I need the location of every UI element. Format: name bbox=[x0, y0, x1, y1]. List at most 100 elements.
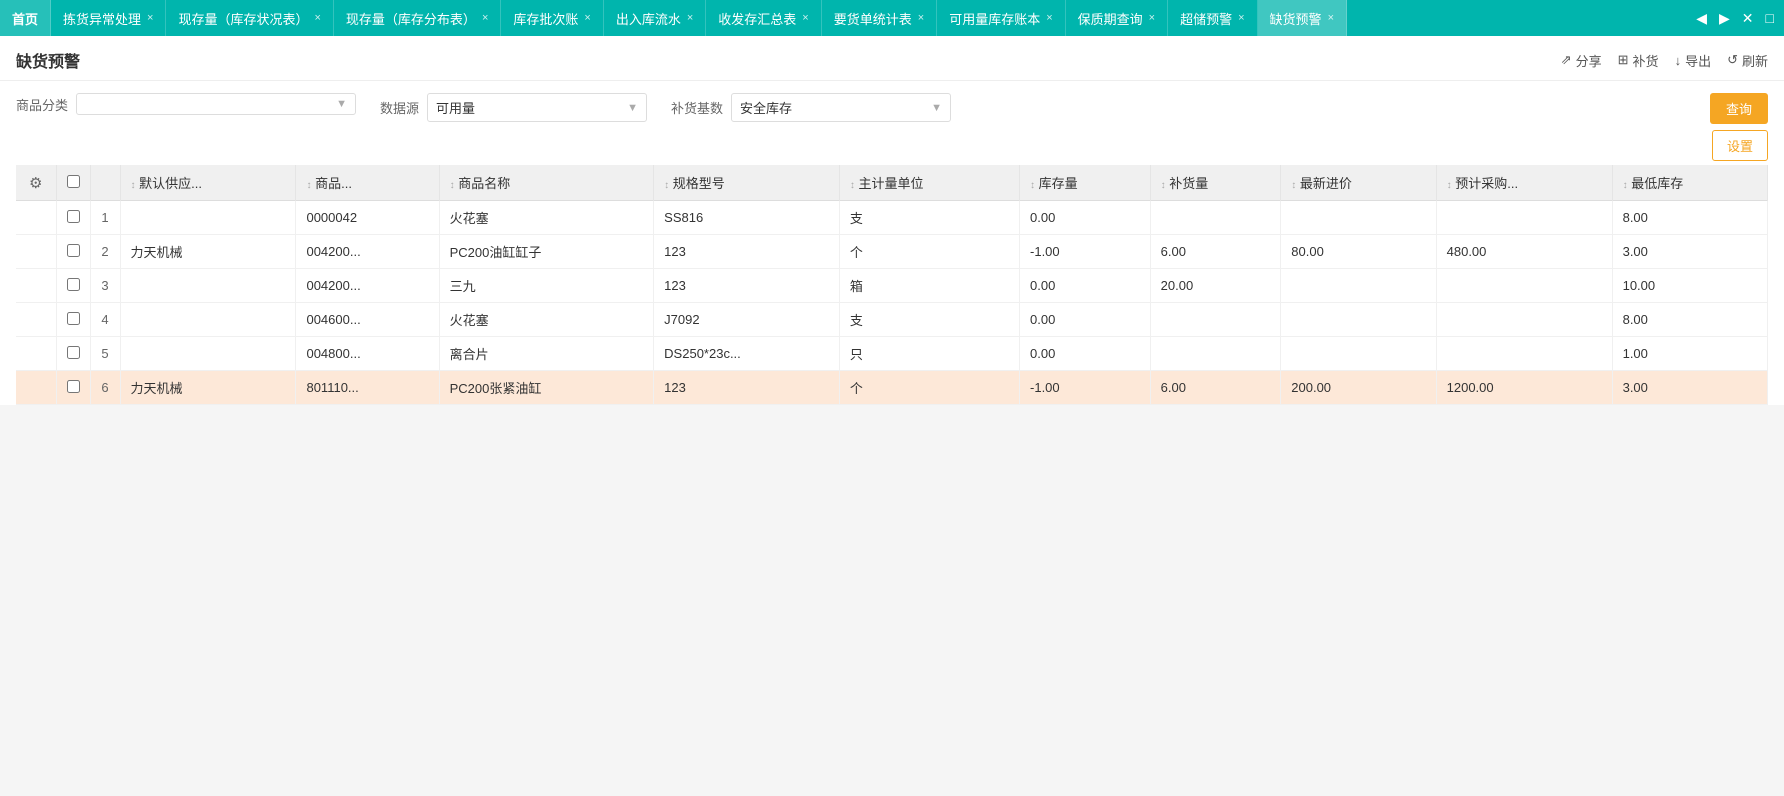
nav-tab-available[interactable]: 可用量库存账本 × bbox=[937, 0, 1065, 36]
row-est-purchase: 1200.00 bbox=[1436, 371, 1612, 405]
row-number: 1 bbox=[90, 201, 120, 235]
table-row[interactable]: 1 0000042 火花塞 SS816 支 0.00 8.00 bbox=[16, 201, 1768, 235]
close-tab-shortage[interactable]: × bbox=[1328, 12, 1334, 24]
nav-tab-overstock[interactable]: 超储预警 × bbox=[1168, 0, 1257, 36]
row-latest-price bbox=[1281, 269, 1436, 303]
datasource-chevron-icon: ▼ bbox=[627, 102, 638, 114]
close-tab-inout-flow[interactable]: × bbox=[687, 12, 693, 24]
row-spec: SS816 bbox=[654, 201, 840, 235]
col-min-stock: ↕ 最低库存 bbox=[1612, 165, 1767, 201]
nav-tab-exception[interactable]: 拣货异常处理 × bbox=[51, 0, 166, 36]
row-stock: 0.00 bbox=[1020, 303, 1151, 337]
nav-controls: ◀ ▶ ✕ □ bbox=[1686, 8, 1784, 29]
row-gear-cell bbox=[16, 201, 56, 235]
row-checkbox[interactable] bbox=[67, 244, 80, 257]
nav-tab-expiry[interactable]: 保质期查询 × bbox=[1066, 0, 1168, 36]
nav-maximize-btn[interactable]: □ bbox=[1760, 8, 1780, 28]
settings-button[interactable]: 设置 bbox=[1712, 130, 1768, 161]
close-tab-available[interactable]: × bbox=[1046, 12, 1052, 24]
row-number: 5 bbox=[90, 337, 120, 371]
nav-tab-inout-flow[interactable]: 出入库流水 × bbox=[604, 0, 706, 36]
row-product-code: 801110... bbox=[296, 371, 439, 405]
row-product-name: 火花塞 bbox=[439, 201, 654, 235]
close-tab-purchase-summary[interactable]: × bbox=[918, 12, 924, 24]
nav-tab-inventory-dist[interactable]: 现存量（库存分布表） × bbox=[334, 0, 501, 36]
replenish-button[interactable]: ⊞ 补货 bbox=[1618, 51, 1659, 70]
table-row[interactable]: 2 力天机械 004200... PC200油缸缸子 123 个 -1.00 6… bbox=[16, 235, 1768, 269]
category-chevron-icon: ▼ bbox=[336, 98, 347, 110]
nav-tab-receive-summary[interactable]: 收发存汇总表 × bbox=[706, 0, 821, 36]
col-product-name: ↕ 商品名称 bbox=[439, 165, 654, 201]
export-button[interactable]: ↓ 导出 bbox=[1675, 51, 1712, 70]
row-min-stock: 1.00 bbox=[1612, 337, 1767, 371]
col-replenish-qty: ↕ 补货量 bbox=[1150, 165, 1281, 201]
row-checkbox[interactable] bbox=[67, 346, 80, 359]
sort-icon-stock: ↕ bbox=[1030, 180, 1035, 191]
close-tab-exception[interactable]: × bbox=[147, 12, 153, 24]
sort-icon-spec: ↕ bbox=[664, 180, 669, 191]
col-latest-price: ↕ 最新进价 bbox=[1281, 165, 1436, 201]
row-default-supplier bbox=[120, 337, 296, 371]
row-number: 4 bbox=[90, 303, 120, 337]
nav-tab-inventory-status[interactable]: 现存量（库存状况表） × bbox=[166, 0, 333, 36]
filter-bar: 商品分类 ▼ 数据源 可用量 ▼ 补货基数 安全库存 ▼ 查询 设置 bbox=[0, 81, 1784, 165]
datasource-select[interactable]: 可用量 ▼ bbox=[427, 93, 647, 122]
category-select[interactable]: ▼ bbox=[76, 93, 356, 115]
nav-prev-btn[interactable]: ◀ bbox=[1690, 8, 1713, 29]
close-tab-receive-summary[interactable]: × bbox=[802, 12, 808, 24]
row-number: 6 bbox=[90, 371, 120, 405]
close-tab-expiry[interactable]: × bbox=[1149, 12, 1155, 24]
select-all-checkbox[interactable] bbox=[67, 175, 80, 188]
replenish-base-select[interactable]: 安全库存 ▼ bbox=[731, 93, 951, 122]
row-replenish-qty bbox=[1150, 201, 1281, 235]
row-stock: -1.00 bbox=[1020, 371, 1151, 405]
row-unit: 个 bbox=[839, 371, 1019, 405]
row-unit: 支 bbox=[839, 303, 1019, 337]
shortage-table: ⚙ ↕ 默认供应... ↕ 商品... ↕ bbox=[16, 165, 1768, 405]
row-spec: 123 bbox=[654, 235, 840, 269]
row-replenish-qty: 20.00 bbox=[1150, 269, 1281, 303]
row-default-supplier bbox=[120, 201, 296, 235]
row-spec: 123 bbox=[654, 269, 840, 303]
nav-close-btn[interactable]: ✕ bbox=[1736, 8, 1760, 29]
row-checkbox[interactable] bbox=[67, 312, 80, 325]
close-tab-inventory-status[interactable]: × bbox=[314, 12, 320, 24]
gear-icon[interactable]: ⚙ bbox=[29, 175, 42, 192]
row-checkbox[interactable] bbox=[67, 278, 80, 291]
row-replenish-qty: 6.00 bbox=[1150, 235, 1281, 269]
nav-tab-shortage[interactable]: 缺货预警 × bbox=[1258, 0, 1347, 36]
table-row[interactable]: 3 004200... 三九 123 箱 0.00 20.00 10.00 bbox=[16, 269, 1768, 303]
nav-tab-batch[interactable]: 库存批次账 × bbox=[501, 0, 603, 36]
row-replenish-qty bbox=[1150, 337, 1281, 371]
table-header-row: ⚙ ↕ 默认供应... ↕ 商品... ↕ bbox=[16, 165, 1768, 201]
nav-tab-home[interactable]: 首页 bbox=[0, 0, 51, 36]
row-checkbox[interactable] bbox=[67, 210, 80, 223]
row-min-stock: 3.00 bbox=[1612, 371, 1767, 405]
filter-datasource: 数据源 可用量 ▼ bbox=[380, 93, 647, 122]
replenish-base-chevron-icon: ▼ bbox=[931, 102, 942, 114]
row-latest-price bbox=[1281, 303, 1436, 337]
row-checkbox[interactable] bbox=[67, 380, 80, 393]
row-checkbox-cell bbox=[56, 269, 90, 303]
table-row[interactable]: 6 力天机械 801110... PC200张紧油缸 123 个 -1.00 6… bbox=[16, 371, 1768, 405]
query-button[interactable]: 查询 bbox=[1710, 93, 1768, 124]
export-icon: ↓ bbox=[1675, 53, 1682, 68]
nav-tab-purchase-summary[interactable]: 要货单统计表 × bbox=[822, 0, 937, 36]
table-row[interactable]: 4 004600... 火花塞 J7092 支 0.00 8.00 bbox=[16, 303, 1768, 337]
filter-replenish-base-label: 补货基数 bbox=[671, 98, 723, 117]
row-default-supplier: 力天机械 bbox=[120, 235, 296, 269]
close-tab-overstock[interactable]: × bbox=[1238, 12, 1244, 24]
page-title: 缺货预警 bbox=[16, 48, 80, 72]
close-tab-inventory-dist[interactable]: × bbox=[482, 12, 488, 24]
refresh-button[interactable]: ↺ 刷新 bbox=[1727, 51, 1768, 70]
row-gear-cell bbox=[16, 371, 56, 405]
row-product-name: 火花塞 bbox=[439, 303, 654, 337]
close-tab-batch[interactable]: × bbox=[584, 12, 590, 24]
page-header: 缺货预警 ⇗ 分享 ⊞ 补货 ↓ 导出 ↺ 刷新 bbox=[0, 36, 1784, 81]
row-product-code: 0000042 bbox=[296, 201, 439, 235]
nav-next-btn[interactable]: ▶ bbox=[1713, 8, 1736, 29]
table-row[interactable]: 5 004800... 离合片 DS250*23c... 只 0.00 1.00 bbox=[16, 337, 1768, 371]
datasource-value: 可用量 bbox=[436, 98, 627, 117]
share-button[interactable]: ⇗ 分享 bbox=[1561, 51, 1602, 70]
row-product-code: 004200... bbox=[296, 235, 439, 269]
